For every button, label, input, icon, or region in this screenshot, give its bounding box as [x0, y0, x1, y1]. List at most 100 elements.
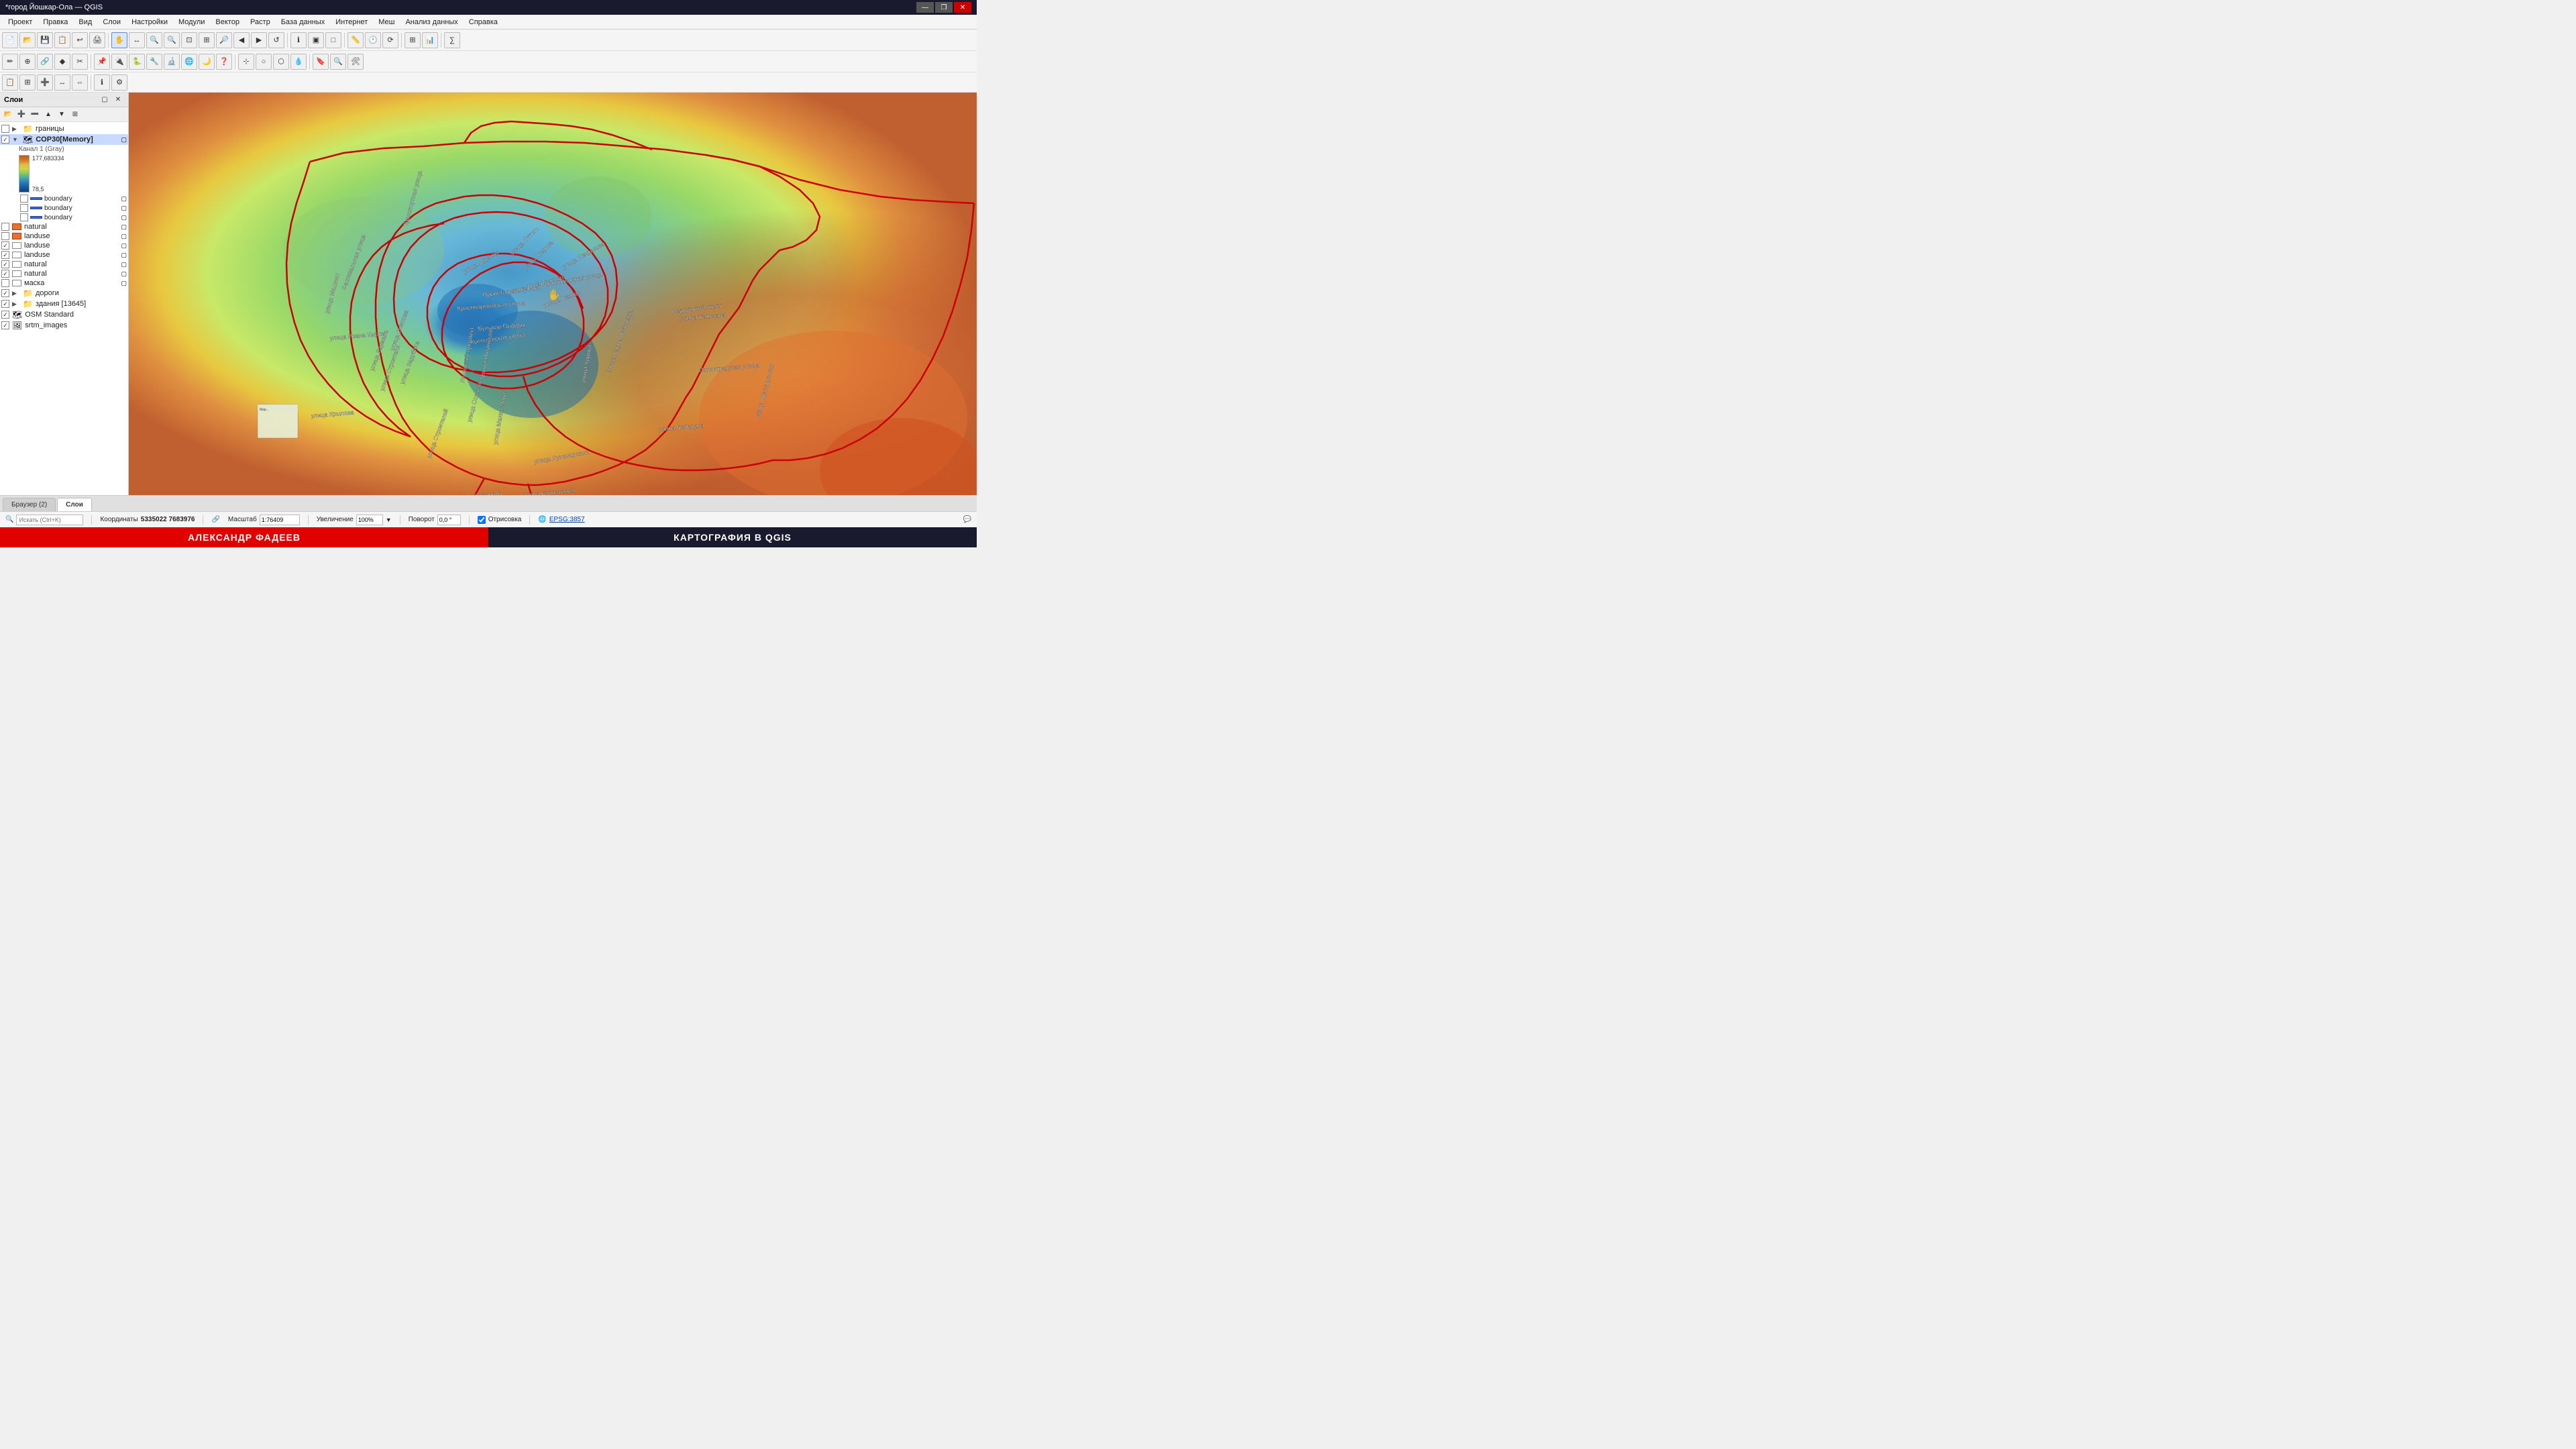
layer-checkbox-natural1[interactable] [1, 223, 9, 231]
sublayer-boundary3[interactable]: boundary ▢ [19, 213, 128, 222]
tab-layers[interactable]: Слои [57, 498, 92, 511]
boundary1-opt[interactable]: ▢ [121, 195, 127, 203]
sublayer-boundary2[interactable]: boundary ▢ [19, 203, 128, 213]
boundary3-opt[interactable]: ▢ [121, 214, 127, 221]
zoom-out-button[interactable]: 🔍 [164, 32, 180, 48]
select3-button[interactable]: ⬡ [273, 54, 289, 70]
layers-remove-btn[interactable]: ➖ [29, 109, 41, 121]
checkbox-b2[interactable] [20, 204, 28, 212]
layer-item-landuse-b[interactable]: landuse ▢ [0, 241, 128, 250]
layers-header-btn1[interactable]: ▢ [99, 94, 111, 106]
select-button[interactable]: ▣ [308, 32, 324, 48]
checkbox-b1[interactable] [20, 195, 28, 203]
plugin4-button[interactable]: 🔬 [164, 54, 180, 70]
layer-checkbox-dorogi[interactable] [1, 289, 9, 297]
bookmarks-button[interactable]: 🔖 [313, 54, 329, 70]
layer-item-zdaniya[interactable]: ▶ 📁 здания [13645] [0, 299, 128, 309]
time-button[interactable]: 🕐 [365, 32, 381, 48]
zoom-layer-button[interactable]: 🔎 [216, 32, 232, 48]
revert-button[interactable]: ↩ [72, 32, 88, 48]
layers-header-btn2[interactable]: ✕ [112, 94, 124, 106]
vertex-button[interactable]: ◆ [54, 54, 70, 70]
boundary2-opt[interactable]: ▢ [121, 205, 127, 212]
layer-expand-cop30[interactable]: ▼ [12, 136, 20, 143]
layer-item-landuse-c[interactable]: landuse ▢ [0, 250, 128, 260]
measure-button[interactable]: 📏 [347, 32, 364, 48]
menu-help[interactable]: Справка [464, 17, 503, 28]
layer-item-landuse-a[interactable]: landuse ▢ [0, 231, 128, 241]
layer-item-cop30[interactable]: ▼ 🗺 COP30[Memory] ▢ [0, 134, 128, 145]
lasso-button[interactable]: ○ [256, 54, 272, 70]
natural1-opt[interactable]: ▢ [121, 223, 127, 231]
open-project-button[interactable]: 📂 [19, 32, 36, 48]
t3-settings[interactable]: ⚙ [111, 74, 127, 91]
menu-settings[interactable]: Настройки [126, 17, 173, 28]
plugin2-button[interactable]: 🐍 [129, 54, 145, 70]
landuse-a-opt[interactable]: ▢ [121, 233, 127, 240]
identify-button[interactable]: ℹ [290, 32, 307, 48]
menu-modules[interactable]: Модули [173, 17, 210, 28]
menu-project[interactable]: Проект [3, 17, 38, 28]
landuse-b-opt[interactable]: ▢ [121, 242, 127, 250]
layer-checkbox-natural2[interactable] [1, 260, 9, 268]
status-crs[interactable]: 🌐 EPSG:3857 [538, 516, 584, 523]
layer-diagram-button[interactable]: 📊 [422, 32, 438, 48]
rotation-input[interactable] [437, 515, 461, 525]
pan-map-button[interactable]: ↔ [129, 32, 145, 48]
menu-internet[interactable]: Интернет [330, 17, 373, 28]
filter-button[interactable]: ⊞ [405, 32, 421, 48]
stats-button[interactable]: ∑ [444, 32, 460, 48]
menu-view[interactable]: Вид [73, 17, 97, 28]
layer-checkbox-maska[interactable] [1, 279, 9, 287]
layers-add-btn[interactable]: ➕ [15, 109, 28, 121]
window-controls[interactable]: — ❐ ✕ [916, 2, 971, 13]
layer-options-cop30[interactable]: ▢ [121, 136, 127, 144]
search-input[interactable] [16, 515, 83, 525]
zoom-full-button[interactable]: ⊡ [181, 32, 197, 48]
layers-toolbar[interactable]: 📂 ➕ ➖ ▲ ▼ ⊞ [0, 107, 128, 122]
natural3-opt[interactable]: ▢ [121, 270, 127, 278]
layer-item-natural3[interactable]: natural ▢ [0, 269, 128, 278]
digitize-button[interactable]: ⊕ [19, 54, 36, 70]
layer-item-maska[interactable]: маска ▢ [0, 278, 128, 288]
close-button[interactable]: ✕ [954, 2, 971, 13]
select2-button[interactable]: ⊹ [238, 54, 254, 70]
layer-checkbox-zdaniya[interactable] [1, 300, 9, 308]
menu-vector[interactable]: Вектор [210, 17, 245, 28]
layer-refresh-button[interactable]: ⟳ [382, 32, 398, 48]
info-button[interactable]: ❓ [216, 54, 232, 70]
zoom-in-button[interactable]: 🔍 [146, 32, 162, 48]
plugin1-button[interactable]: 🔌 [111, 54, 127, 70]
layer-checkbox-landuse-b[interactable] [1, 241, 9, 250]
layer-checkbox-cop30[interactable] [1, 136, 9, 144]
save-as-button[interactable]: 📋 [54, 32, 70, 48]
zoom-selection-button[interactable]: ⊞ [199, 32, 215, 48]
layers-open-btn[interactable]: 📂 [2, 109, 14, 121]
layers-filter-btn[interactable]: ⊞ [69, 109, 81, 121]
new-project-button[interactable]: 📄 [2, 32, 18, 48]
sublayer-boundary1[interactable]: boundary ▢ [19, 194, 128, 203]
layer-checkbox-osm[interactable] [1, 311, 9, 319]
edit-pencil-button[interactable]: ✏ [2, 54, 18, 70]
layer-item-granitsy[interactable]: ▶ 📁 границы [0, 123, 128, 134]
layer-checkbox-landuse-a[interactable] [1, 232, 9, 240]
eyedrop-button[interactable]: 💧 [290, 54, 307, 70]
search-button[interactable]: 🔍 [330, 54, 346, 70]
tools-button[interactable]: 🛠 [347, 54, 364, 70]
menu-analysis[interactable]: Анализ данных [400, 17, 463, 28]
layer-item-natural1[interactable]: natural ▢ [0, 222, 128, 231]
t3-btn4[interactable]: ↔ [54, 74, 70, 91]
deselect-button[interactable]: □ [325, 32, 341, 48]
snap-button[interactable]: 🔗 [37, 54, 53, 70]
zoom-dropdown[interactable]: ▼ [386, 517, 392, 523]
save-project-button[interactable]: 💾 [37, 32, 53, 48]
georef-button[interactable]: 📌 [94, 54, 110, 70]
moon-button[interactable]: 🌙 [199, 54, 215, 70]
layer-expand-granitsy[interactable]: ▶ [12, 125, 20, 133]
status-rendering[interactable]: Отрисовка [478, 516, 522, 524]
layer-item-osm[interactable]: 🗺 OSM Standard [0, 309, 128, 320]
scale-input[interactable] [260, 515, 300, 525]
layer-item-dorogi[interactable]: ▶ 📁 дороги [0, 288, 128, 299]
layers-down-btn[interactable]: ▼ [56, 109, 68, 121]
layer-expand-dorogi[interactable]: ▶ [12, 290, 20, 297]
